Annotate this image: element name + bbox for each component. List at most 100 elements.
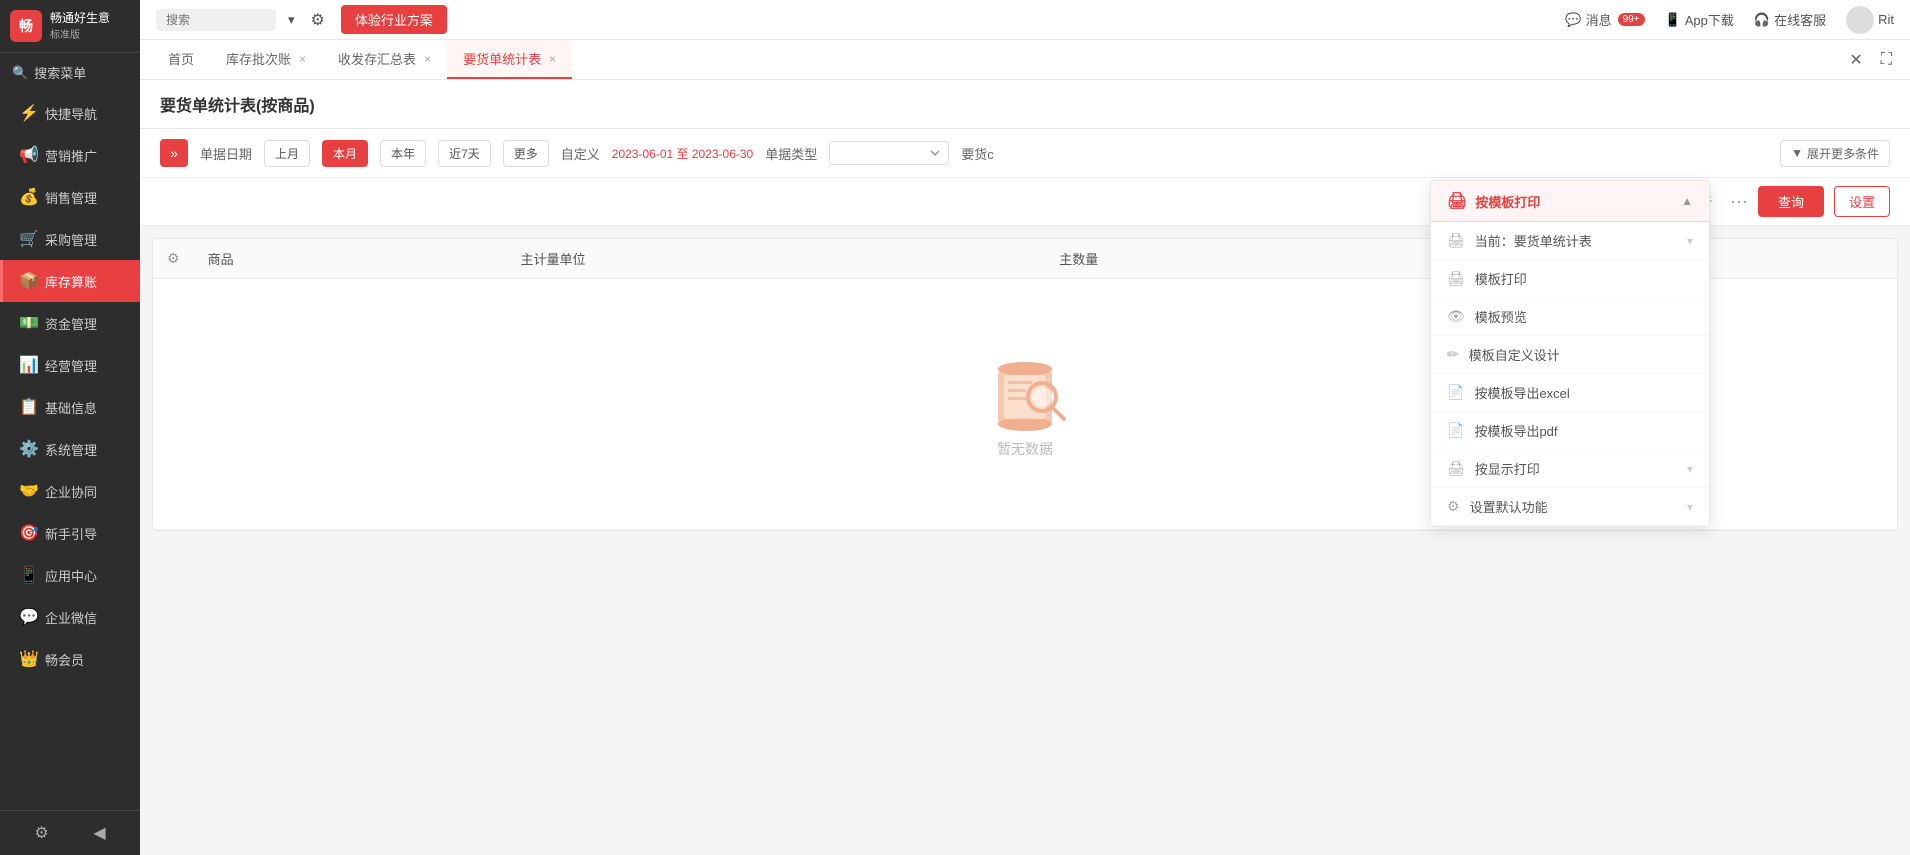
expand-more-button[interactable]: ▼ 展开更多条件 <box>1780 140 1890 167</box>
template-print-icon: 🖨 <box>1447 270 1465 287</box>
date-last-month[interactable]: 上月 <box>264 140 310 167</box>
tab-expand-icon[interactable]: ⛶ <box>1875 51 1898 69</box>
sidebar-item-finance[interactable]: 💵 资金管理 <box>0 302 140 344</box>
column-settings-icon[interactable]: ⚙ <box>167 250 180 266</box>
date-7days[interactable]: 近7天 <box>438 140 491 167</box>
message-icon: 💬 <box>1565 12 1581 28</box>
print-dropdown-menu: 🖨 按模板打印 ▲ 🖨 当前：要货单统计表 ▾ 🖨 模板打印 👁 模板预览 ✏ <box>1430 180 1710 527</box>
dropdown-current-template[interactable]: 🖨 当前：要货单统计表 ▾ <box>1431 222 1709 260</box>
sidebar-item-wechat[interactable]: 💬 企业微信 <box>0 596 140 638</box>
sales-icon: 💰 <box>19 187 37 207</box>
date-current-year[interactable]: 本年 <box>380 140 426 167</box>
sidebar-bottom: ⚙ ◀ <box>0 810 140 855</box>
dropdown-header-left: 🖨 按模板打印 <box>1447 191 1540 211</box>
filter-bar: » 单据日期 上月 本月 本年 近7天 更多 自定义 2023-06-01 至 … <box>140 129 1910 178</box>
marketing-icon: 📢 <box>19 145 37 165</box>
topbar-dropdown[interactable]: ▾ <box>288 12 295 28</box>
dropdown-template-design[interactable]: ✏ 模板自定义设计 <box>1431 336 1709 374</box>
system-icon: ⚙️ <box>19 439 37 459</box>
sidebar-nav: ⚡ 快捷导航 📢 营销推广 💰 销售管理 🛒 采购管理 📦 库存算账 💵 资金管… <box>0 92 140 810</box>
settings-bottom-icon[interactable]: ⚙ <box>34 823 48 843</box>
template-preview-icon: 👁 <box>1447 308 1465 325</box>
sidebar-item-inventory[interactable]: 📦 库存算账 <box>0 260 140 302</box>
tab-inout-summary[interactable]: 收发存汇总表 × <box>322 40 447 79</box>
main-content: ▾ ⚙ 体验行业方案 💬 消息 99+ 📱 App下载 🎧 在线客服 Rit <box>140 0 1910 855</box>
topbar-right: 💬 消息 99+ 📱 App下载 🎧 在线客服 Rit <box>1565 6 1894 34</box>
quick-nav-icon: ⚡ <box>19 103 37 123</box>
page-header: 要货单统计表(按商品) <box>140 80 1910 129</box>
dropdown-arrow-icon: ▾ <box>288 12 295 28</box>
app-name: 畅通好生意 <box>50 11 110 27</box>
inventory-icon: 📦 <box>19 271 37 291</box>
dropdown-collapse-icon[interactable]: ▲ <box>1681 194 1693 208</box>
app-logo: 畅 畅通好生意 标准版 <box>0 0 140 53</box>
avatar <box>1846 6 1874 34</box>
date-current-month[interactable]: 本月 <box>322 140 368 167</box>
dropdown-export-excel[interactable]: 📄 按模板导出excel <box>1431 374 1709 412</box>
tab-close-inout-summary[interactable]: × <box>424 52 431 66</box>
type-select[interactable] <box>829 141 949 165</box>
tab-close-order-stats[interactable]: × <box>549 52 556 66</box>
settings-button[interactable]: 设置 <box>1834 186 1890 217</box>
dropdown-template-print[interactable]: 🖨 模板打印 <box>1431 260 1709 298</box>
dropdown-export-pdf[interactable]: 📄 按模板导出pdf <box>1431 412 1709 450</box>
app-center-icon: 📱 <box>19 565 37 585</box>
user-avatar[interactable]: Rit <box>1846 6 1894 34</box>
export-excel-icon: 📄 <box>1447 384 1464 401</box>
sidebar-item-app-center[interactable]: 📱 应用中心 <box>0 554 140 596</box>
empty-illustration <box>970 349 1080 439</box>
template-design-icon: ✏ <box>1447 346 1459 363</box>
collab-icon: 🤝 <box>19 481 37 501</box>
sidebar-item-sales[interactable]: 💰 销售管理 <box>0 176 140 218</box>
filter-expand-button[interactable]: » <box>160 139 188 167</box>
sidebar-item-marketing[interactable]: 📢 营销推广 <box>0 134 140 176</box>
tab-home[interactable]: 首页 <box>152 40 210 79</box>
messages-badge: 99+ <box>1618 13 1645 26</box>
display-print-icon: 🖨 <box>1447 460 1465 477</box>
query-button[interactable]: 查询 <box>1758 186 1824 217</box>
search-icon: 🔍 <box>12 65 28 81</box>
sidebar-item-purchase[interactable]: 🛒 采购管理 <box>0 218 140 260</box>
display-print-arrow-icon: ▾ <box>1687 462 1693 476</box>
sidebar-item-member[interactable]: 👑 畅会员 <box>0 638 140 680</box>
online-service-button[interactable]: 🎧 在线客服 <box>1754 10 1826 29</box>
sidebar-item-system[interactable]: ⚙️ 系统管理 <box>0 428 140 470</box>
sidebar-item-collab[interactable]: 🤝 企业协同 <box>0 470 140 512</box>
date-more[interactable]: 更多 <box>503 140 549 167</box>
col-unit: 主计量单位 <box>506 239 1045 279</box>
current-template-icon: 🖨 <box>1447 232 1465 249</box>
date-label: 单据日期 <box>200 144 252 163</box>
topbar-settings-icon[interactable]: ⚙ <box>311 10 325 30</box>
tab-inventory-batch[interactable]: 库存批次账 × <box>210 40 322 79</box>
messages-button[interactable]: 💬 消息 99+ <box>1565 10 1644 29</box>
topbar: ▾ ⚙ 体验行业方案 💬 消息 99+ 📱 App下载 🎧 在线客服 Rit <box>140 0 1910 40</box>
more-actions-icon[interactable]: ··· <box>1730 191 1748 212</box>
table-settings-col: ⚙ <box>153 239 194 279</box>
export-pdf-icon: 📄 <box>1447 422 1464 439</box>
topbar-search-input[interactable] <box>156 9 276 31</box>
default-settings-arrow-icon: ▾ <box>1687 500 1693 514</box>
tab-order-stats[interactable]: 要货单统计表 × <box>447 40 572 79</box>
dropdown-default-settings[interactable]: ⚙ 设置默认功能 ▾ <box>1431 488 1709 526</box>
guide-icon: 🎯 <box>19 523 37 543</box>
app-download-button[interactable]: 📱 App下载 <box>1665 10 1734 29</box>
finance-icon: 💵 <box>19 313 37 333</box>
col-product: 商品 <box>194 239 507 279</box>
custom-label: 自定义 <box>561 144 600 163</box>
tab-close-inventory-batch[interactable]: × <box>299 52 306 66</box>
collapse-icon[interactable]: ◀ <box>93 823 105 843</box>
app-download-icon: 📱 <box>1665 12 1681 28</box>
tab-close-all-icon[interactable]: ✕ <box>1843 50 1868 70</box>
logo-icon: 畅 <box>10 10 42 42</box>
dropdown-template-preview[interactable]: 👁 模板预览 <box>1431 298 1709 336</box>
sidebar-item-operations[interactable]: 📊 经营管理 <box>0 344 140 386</box>
trial-button[interactable]: 体验行业方案 <box>341 5 447 34</box>
dropdown-display-print[interactable]: 🖨 按显示打印 ▾ <box>1431 450 1709 488</box>
sidebar-item-guide[interactable]: 🎯 新手引导 <box>0 512 140 554</box>
sidebar-item-basics[interactable]: 📋 基础信息 <box>0 386 140 428</box>
page: 要货单统计表(按商品) » 单据日期 上月 本月 本年 近7天 更多 自定义 2… <box>140 80 1910 855</box>
sidebar-search[interactable]: 🔍 搜索菜单 <box>0 53 140 92</box>
sidebar-item-quick-nav[interactable]: ⚡ 快捷导航 <box>0 92 140 134</box>
type-label: 单据类型 <box>765 144 817 163</box>
app-badge: 标准版 <box>50 26 110 41</box>
